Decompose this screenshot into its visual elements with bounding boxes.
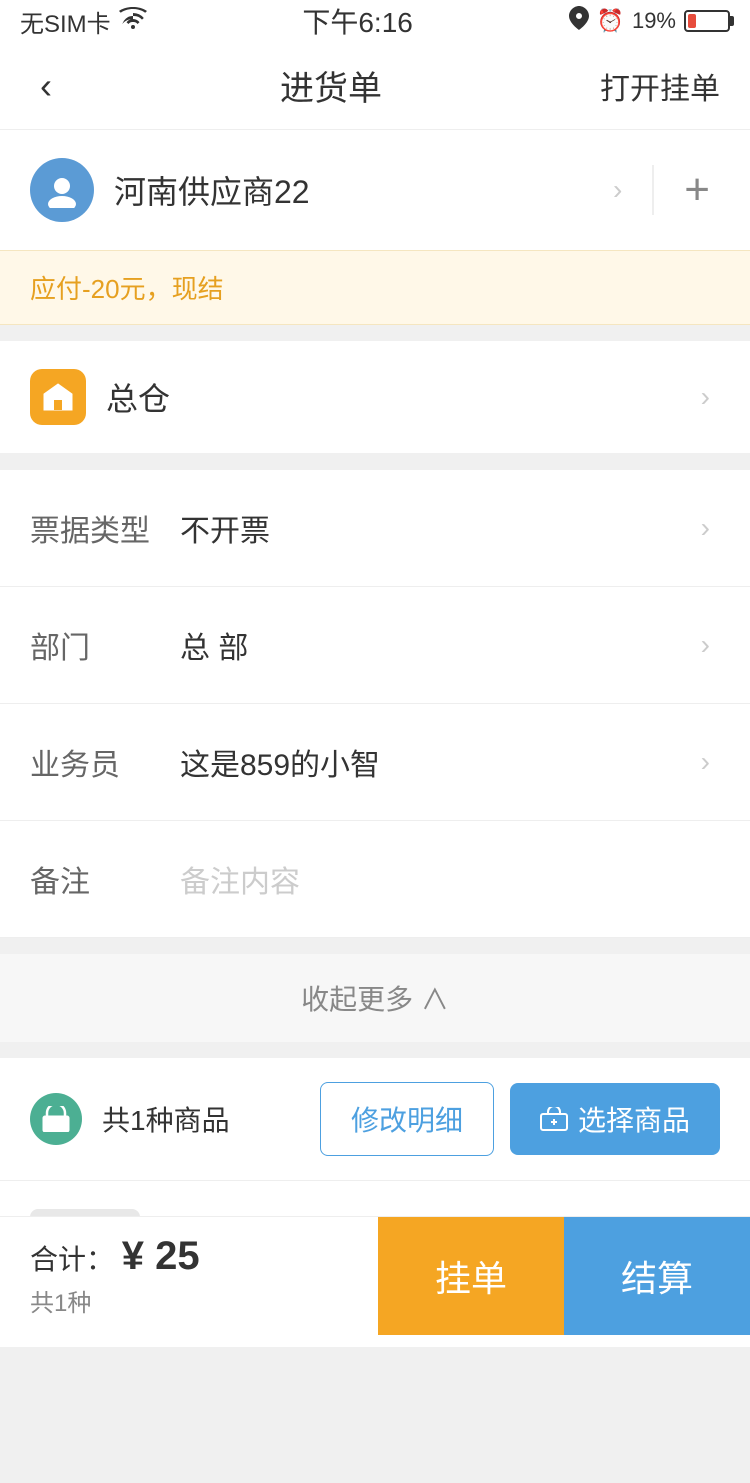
note-placeholder: 备注内容	[170, 857, 720, 901]
battery-icon	[684, 10, 730, 32]
notice-banner: 应付-20元，现结	[0, 250, 750, 325]
notice-text: 应付-20元，现结	[30, 274, 224, 304]
supplier-divider	[652, 165, 654, 215]
hang-order-button[interactable]: 挂单	[378, 1217, 564, 1335]
nav-bar: ‹ 进货单 打开挂单	[0, 42, 750, 130]
note-label: 备注	[30, 857, 170, 901]
settle-button[interactable]: 结算	[564, 1217, 750, 1335]
department-value: 总 部	[170, 623, 701, 667]
total-section: 合计： ¥ 25 共1种	[0, 1234, 378, 1318]
salesperson-value: 这是859的小智	[170, 740, 701, 784]
total-label: 合计：	[30, 1244, 114, 1275]
status-bar: 无SIM卡 下午6:16 ⏰ 19%	[0, 0, 750, 42]
status-left: 无SIM卡	[20, 4, 147, 39]
department-chevron-icon: ›	[701, 629, 710, 661]
note-row[interactable]: 备注 备注内容	[0, 821, 750, 938]
invoice-type-label: 票据类型	[30, 506, 170, 550]
warehouse-name: 总仓	[106, 374, 701, 420]
open-hang-button[interactable]: 打开挂单	[600, 64, 720, 108]
salesperson-chevron-icon: ›	[701, 746, 710, 778]
supplier-name: 河南供应商22	[114, 167, 613, 213]
chevron-right-icon: ›	[613, 174, 622, 206]
status-right: ⏰ 19%	[569, 6, 730, 36]
select-product-label: 选择商品	[578, 1099, 690, 1139]
supplier-section: 河南供应商22 › + 应付-20元，现结	[0, 130, 750, 325]
add-supplier-button[interactable]: +	[674, 165, 720, 215]
product-header: 共1种商品 修改明细 选择商品	[0, 1058, 750, 1181]
invoice-type-row[interactable]: 票据类型 不开票 ›	[0, 470, 750, 587]
invoice-chevron-icon: ›	[701, 512, 710, 544]
location-icon	[569, 6, 589, 36]
form-section: 票据类型 不开票 › 部门 总 部 › 业务员 这是859的小智 › 备注 备注…	[0, 470, 750, 938]
select-product-button[interactable]: 选择商品	[510, 1083, 720, 1155]
alarm-icon: ⏰	[597, 8, 624, 34]
salesperson-row[interactable]: 业务员 这是859的小智 ›	[0, 704, 750, 821]
product-count: 共1种商品	[102, 1099, 320, 1139]
battery-label: 19%	[632, 8, 676, 34]
bottom-bar: 合计： ¥ 25 共1种 挂单 结算	[0, 1216, 750, 1334]
collapse-button[interactable]: 收起更多 ∧	[0, 954, 750, 1042]
product-section-icon	[30, 1093, 82, 1145]
network-label: 无SIM卡	[20, 4, 111, 39]
department-row[interactable]: 部门 总 部 ›	[0, 587, 750, 704]
status-time: 下午6:16	[302, 1, 413, 41]
supplier-row[interactable]: 河南供应商22 › +	[0, 130, 750, 250]
page-title: 进货单	[280, 61, 382, 110]
warehouse-row[interactable]: 总仓 ›	[0, 341, 750, 454]
total-amount: ¥ 25	[122, 1234, 200, 1278]
salesperson-label: 业务员	[30, 740, 170, 784]
supplier-avatar	[30, 158, 94, 222]
warehouse-icon	[30, 369, 86, 425]
total-sub: 共1种	[30, 1283, 348, 1318]
wifi-icon	[119, 7, 147, 36]
modify-detail-button[interactable]: 修改明细	[320, 1082, 494, 1156]
warehouse-chevron-icon: ›	[701, 381, 710, 413]
department-label: 部门	[30, 623, 170, 667]
warehouse-section: 总仓 ›	[0, 341, 750, 454]
back-button[interactable]: ‹	[30, 55, 62, 117]
invoice-type-value: 不开票	[170, 506, 701, 550]
